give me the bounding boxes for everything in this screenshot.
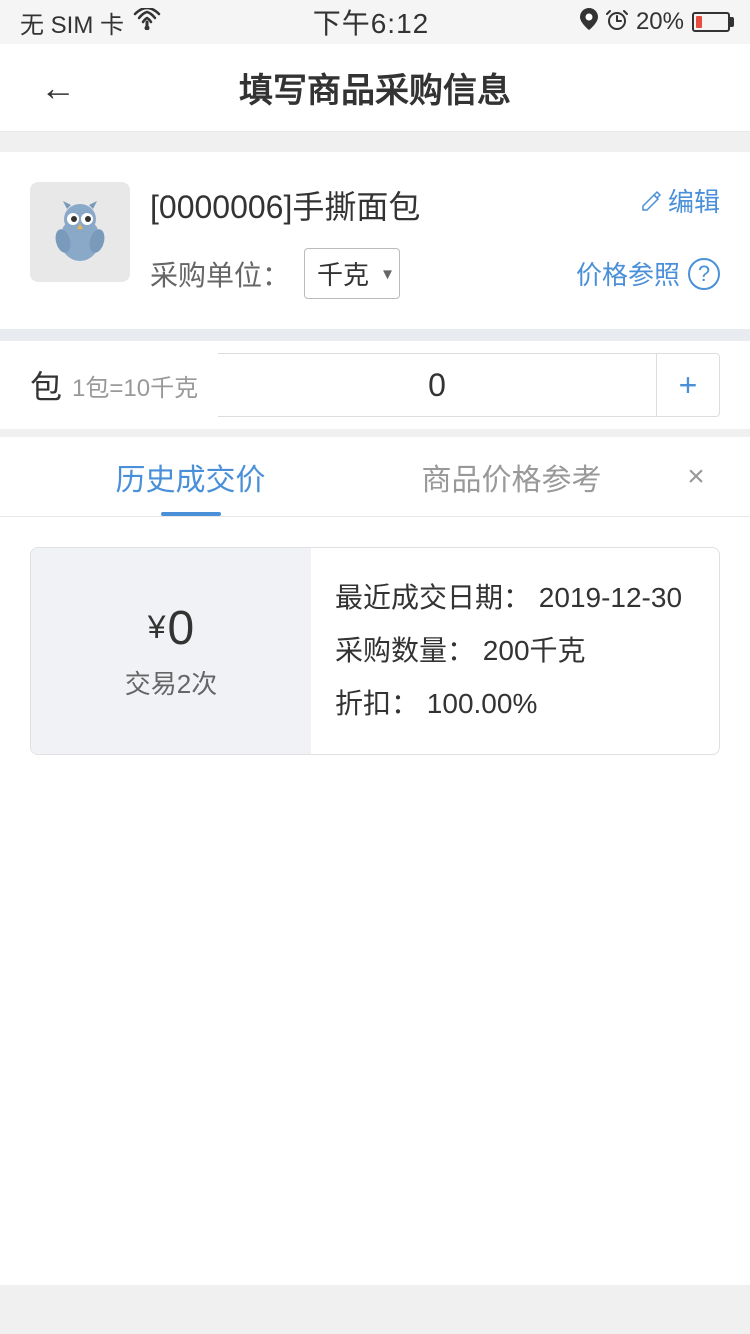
status-left: 无 SIM 卡 [20,5,162,40]
history-card-left: ¥ 0 交易2次 [31,548,311,754]
discount-row: 折扣： 100.00% [335,684,695,723]
tab-price-ref[interactable]: 商品价格参考 [351,437,672,516]
tab-history-label: 历史成交价 [116,455,266,499]
section-divider [0,329,750,341]
product-details: [0000006]手撕面包 编辑 采购单位： 千克 价格参照 ? [150,182,720,299]
purchase-qty-label: 采购数量： [335,635,475,666]
tab-close-button[interactable]: × [672,453,720,501]
no-sim-text: 无 SIM 卡 [20,5,124,40]
purchase-qty-row: 采购数量： 200千克 [335,631,695,670]
bottom-panel: 历史成交价 商品价格参考 × ¥ 0 交易2次 最近成交日期： 2019-12-… [0,437,750,785]
discount-value: 100.00% [427,688,538,719]
nav-bar: ← 填写商品采购信息 [0,44,750,132]
tab-price-ref-label: 商品价格参考 [422,455,602,499]
quantity-row: 包 1包=10千克 0 + [0,341,750,429]
unit-select-wrapper[interactable]: 千克 [304,248,400,299]
tabs-row: 历史成交价 商品价格参考 × [0,437,750,517]
back-button[interactable]: ← [30,57,86,119]
edit-icon [640,190,662,212]
page-background [0,785,750,1285]
status-time: 下午6:12 [313,2,430,42]
history-card-right: 最近成交日期： 2019-12-30 采购数量： 200千克 折扣： 100.0… [311,548,719,754]
price-ref-icon: ? [688,258,720,290]
product-card: [0000006]手撕面包 编辑 采购单位： 千克 价格参照 ? [0,152,750,329]
price-ref-label: 价格参照 [576,255,680,292]
recent-date-row: 最近成交日期： 2019-12-30 [335,578,695,617]
history-price: ¥ 0 [148,601,195,656]
recent-date-value: 2019-12-30 [539,582,682,613]
price-value: 0 [168,601,195,656]
status-right: 20% [580,8,730,37]
history-card: ¥ 0 交易2次 最近成交日期： 2019-12-30 采购数量： 200千克 … [30,547,720,755]
price-ref-button[interactable]: 价格参照 ? [576,255,720,292]
discount-label: 折扣： [335,688,419,719]
product-image [30,182,130,282]
history-content: ¥ 0 交易2次 最近成交日期： 2019-12-30 采购数量： 200千克 … [0,517,750,785]
product-name: [0000006]手撕面包 [150,182,420,228]
tab-underline [161,512,221,516]
alarm-icon [606,8,628,37]
battery-percent-text: 20% [636,8,684,36]
quantity-controls: 0 + [218,353,720,417]
tab-history-price[interactable]: 历史成交价 [30,437,351,516]
battery-icon [692,12,730,32]
quantity-plus-button[interactable]: + [656,353,720,417]
quantity-input[interactable]: 0 [218,353,656,417]
location-icon [580,8,598,37]
history-trades: 交易2次 [125,664,217,701]
wifi-icon [132,8,162,37]
page-title: 填写商品采购信息 [239,63,511,112]
edit-button[interactable]: 编辑 [640,182,720,219]
purchase-unit-label: 采购单位： [150,254,290,294]
quantity-unit: 包 [30,362,62,408]
edit-label: 编辑 [668,182,720,219]
purchase-unit-row: 采购单位： 千克 价格参照 ? [150,248,720,299]
purchase-qty-value: 200千克 [483,635,586,666]
recent-date-label: 最近成交日期： [335,582,531,613]
purchase-unit-left: 采购单位： 千克 [150,248,400,299]
product-header: [0000006]手撕面包 编辑 [150,182,720,228]
status-bar: 无 SIM 卡 下午6:12 [0,0,750,44]
currency-symbol: ¥ [148,609,166,646]
unit-select[interactable]: 千克 [304,248,400,299]
quantity-label: 包 1包=10千克 [30,362,198,408]
quantity-conversion: 1包=10千克 [72,368,198,403]
